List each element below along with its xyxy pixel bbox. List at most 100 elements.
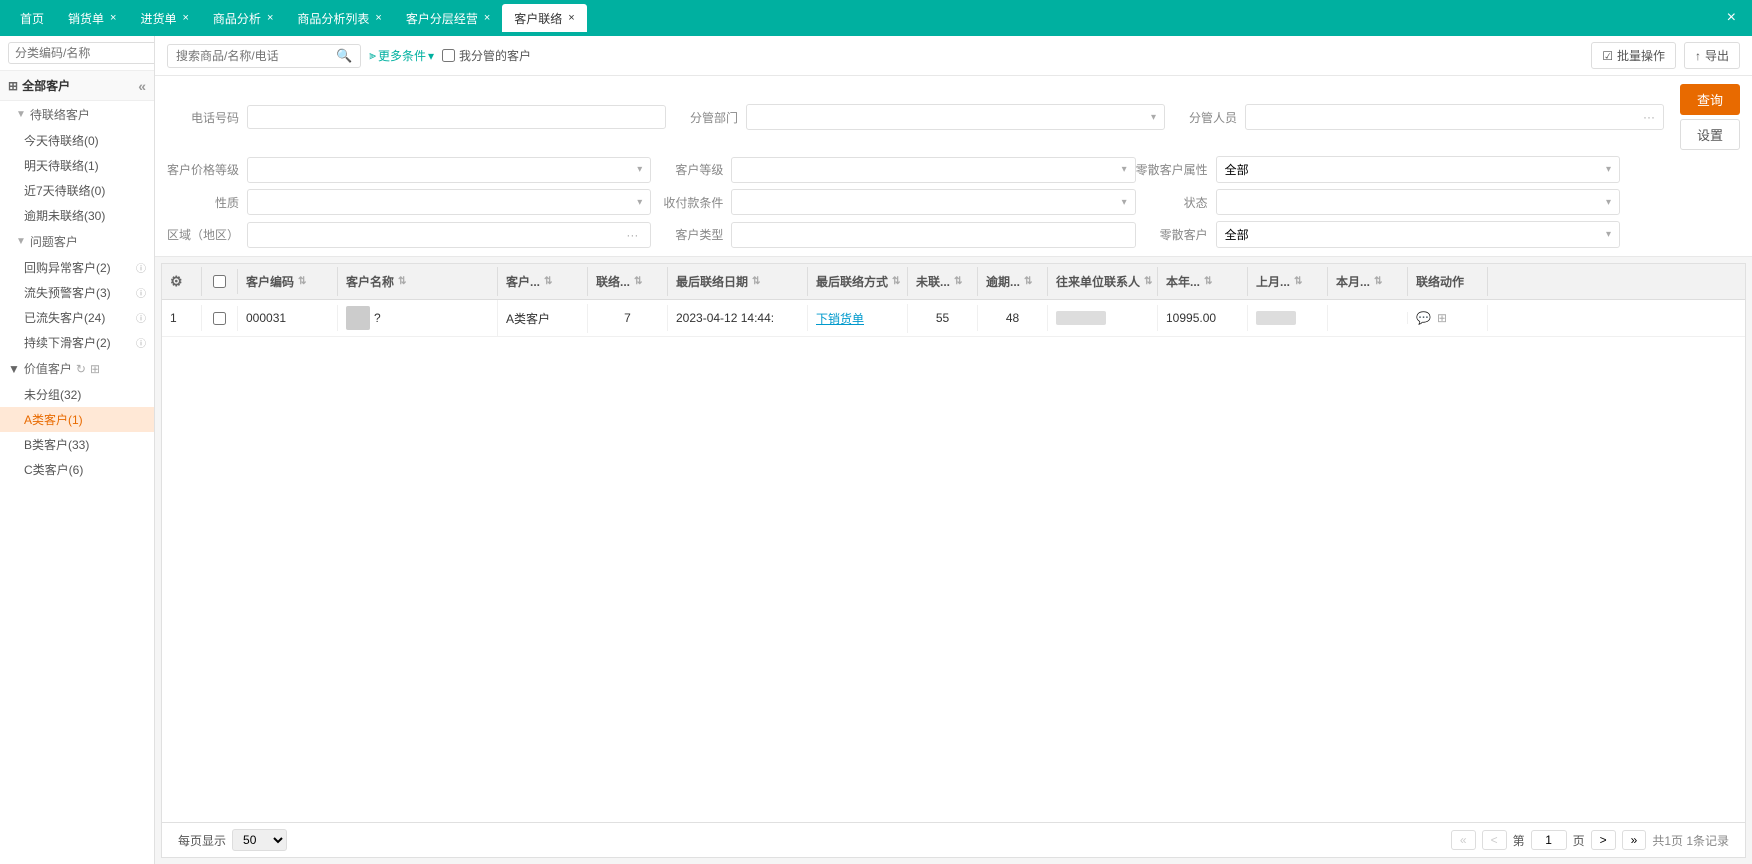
refresh-icon[interactable]: ↻ [76,362,86,376]
sidebar-item-today[interactable]: 今天待联络(0) [0,128,154,153]
retail-attr-select[interactable]: 全部 ▾ [1216,156,1620,183]
close-purchase-tab[interactable]: × [182,12,188,24]
nav-tab-sales[interactable]: 销货单 × [56,4,128,32]
close-all-button[interactable]: × [1719,5,1744,31]
nature-label: 性质 [167,194,247,211]
person-select[interactable]: ··· [1245,104,1664,130]
sort-unitcontact-icon[interactable]: ⇅ [1144,276,1152,287]
all-customers-header[interactable]: ⊞ 全部客户 « [0,71,154,101]
phone-input[interactable] [247,105,666,129]
close-list-tab[interactable]: × [375,12,381,24]
th-thismonth[interactable]: 本月... ⇅ [1328,267,1408,296]
close-sales-tab[interactable]: × [110,12,116,24]
sort-nocontact-icon[interactable]: ⇅ [954,276,962,287]
sort-lastmonth-icon[interactable]: ⇅ [1294,276,1302,287]
chevron-price: ▾ [637,164,642,175]
th-thisyear[interactable]: 本年... ⇅ [1158,267,1248,296]
th-action: 联络动作 [1408,267,1488,296]
row-checkbox-1[interactable] [213,312,226,325]
nav-tab-home[interactable]: 首页 [8,4,56,32]
sidebar-item-churned[interactable]: 已流失客户(24) ⓘ [0,305,154,330]
close-tier-tab[interactable]: × [484,12,490,24]
main-layout: 🔍 ⊞ 全部客户 « ▼ 待联络客户 今天待联络(0) 明天待联络(1) 近7天… [0,36,1752,864]
customer-type-select[interactable] [731,222,1135,248]
sidebar-item-c-class[interactable]: C类客户(6) [0,457,154,482]
add-icon[interactable]: ⊞ [90,362,100,376]
arrow-icon-3: ▼ [8,362,20,376]
th-unitcontact[interactable]: 往来单位联系人 ⇅ [1048,267,1158,296]
th-overdue[interactable]: 逾期... ⇅ [978,267,1048,296]
first-page-button[interactable]: « [1451,830,1476,850]
sort-thismonth-icon[interactable]: ⇅ [1374,276,1382,287]
pending-contact-group[interactable]: ▼ 待联络客户 [0,101,154,128]
th-lastway[interactable]: 最后联络方式 ⇅ [808,267,908,296]
th-name[interactable]: 客户名称 ⇅ [338,267,498,296]
sidebar-item-7days[interactable]: 近7天待联络(0) [0,178,154,203]
action-icon-2[interactable]: ⊞ [1437,311,1447,325]
th-contact[interactable]: 联络... ⇅ [588,267,668,296]
td-lastway-1[interactable]: 下销货单 [808,304,908,333]
sort-overdue-icon[interactable]: ⇅ [1024,276,1032,287]
filter-search-input[interactable] [176,49,336,63]
th-lastmonth[interactable]: 上月... ⇅ [1248,267,1328,296]
sidebar-item-overdue[interactable]: 逾期未联络(30) [0,203,154,228]
region-select[interactable]: ··· [247,222,651,248]
th-type[interactable]: 客户... ⇅ [498,267,588,296]
nav-tab-product-analysis[interactable]: 商品分析 × [201,4,285,32]
sidebar-item-repurchase[interactable]: 回购异常客户(2) ⓘ [0,255,154,280]
problem-customers-group[interactable]: ▼ 问题客户 [0,228,154,255]
sidebar-search-input[interactable] [8,42,155,64]
setting-button[interactable]: 设置 [1680,119,1740,150]
prev-page-button[interactable]: < [1482,830,1507,850]
batch-op-button[interactable]: ☑ 批量操作 [1591,42,1676,69]
nav-tab-customer-tier[interactable]: 客户分层经营 × [394,4,502,32]
dept-select[interactable]: ▾ [746,104,1165,130]
sidebar-item-churn-warning[interactable]: 流失预警客户(3) ⓘ [0,280,154,305]
sort-lastway-icon[interactable]: ⇅ [892,276,900,287]
sort-lastdate-icon[interactable]: ⇅ [752,276,760,287]
value-customers-group[interactable]: ▼ 价值客户 ↻ ⊞ [0,355,154,382]
th-code[interactable]: 客户编码 ⇅ [238,267,338,296]
sort-thisyear-icon[interactable]: ⇅ [1204,276,1212,287]
filter-status: 状态 ▾ [1136,189,1620,215]
collapse-icon[interactable]: « [138,78,146,94]
more-dots-region[interactable]: ··· [622,228,642,242]
filter-search-icon[interactable]: 🔍 [336,48,352,64]
export-button[interactable]: ↑ 导出 [1684,42,1740,69]
customer-level-select[interactable]: ▾ [731,157,1135,183]
nav-tab-customer-contact[interactable]: 客户联络 × [502,4,586,32]
query-button[interactable]: 查询 [1680,84,1740,115]
last-page-button[interactable]: » [1622,830,1647,850]
sidebar-item-declining[interactable]: 持续下滑客户(2) ⓘ [0,330,154,355]
my-customers-checkbox[interactable] [442,49,455,62]
next-page-button[interactable]: > [1591,830,1616,850]
status-select[interactable]: ▾ [1216,189,1620,215]
sidebar-item-unclassified[interactable]: 未分组(32) [0,382,154,407]
payment-select[interactable]: ▾ [731,189,1135,215]
page-size-select[interactable]: 50 100 200 [232,829,287,851]
sort-contact-icon[interactable]: ⇅ [634,276,642,287]
sort-type-icon[interactable]: ⇅ [544,276,552,287]
sort-name-icon[interactable]: ⇅ [398,276,406,287]
retail-select[interactable]: 全部 ▾ [1216,221,1620,248]
select-all-checkbox[interactable] [213,275,226,288]
sort-code-icon[interactable]: ⇅ [298,276,306,287]
close-analysis-tab[interactable]: × [267,12,273,24]
sidebar-item-b-class[interactable]: B类客户(33) [0,432,154,457]
filter-more-button[interactable]: ⫸ 更多条件 ▾ [369,47,434,64]
th-lastdate[interactable]: 最后联络日期 ⇅ [668,267,808,296]
table-scroll[interactable]: ⚙ 客户编码 ⇅ 客户名称 ⇅ 客户... ⇅ [162,264,1745,822]
my-customers-checkbox-label[interactable]: 我分管的客户 [442,47,531,64]
th-nocontact[interactable]: 未联... ⇅ [908,267,978,296]
price-level-select[interactable]: ▾ [247,157,651,183]
td-contact-1: 7 [588,305,668,331]
nav-tab-product-list[interactable]: 商品分析列表 × [285,4,393,32]
page-number-input[interactable] [1531,830,1567,850]
close-contact-tab[interactable]: × [568,12,574,24]
gear-icon[interactable]: ⚙ [170,273,183,290]
sidebar-item-tomorrow[interactable]: 明天待联络(1) [0,153,154,178]
action-icon-1[interactable]: 💬 [1416,311,1431,325]
sidebar-item-a-class[interactable]: A类客户(1) [0,407,154,432]
nature-select[interactable]: ▾ [247,189,651,215]
nav-tab-purchase[interactable]: 进货单 × [128,4,200,32]
